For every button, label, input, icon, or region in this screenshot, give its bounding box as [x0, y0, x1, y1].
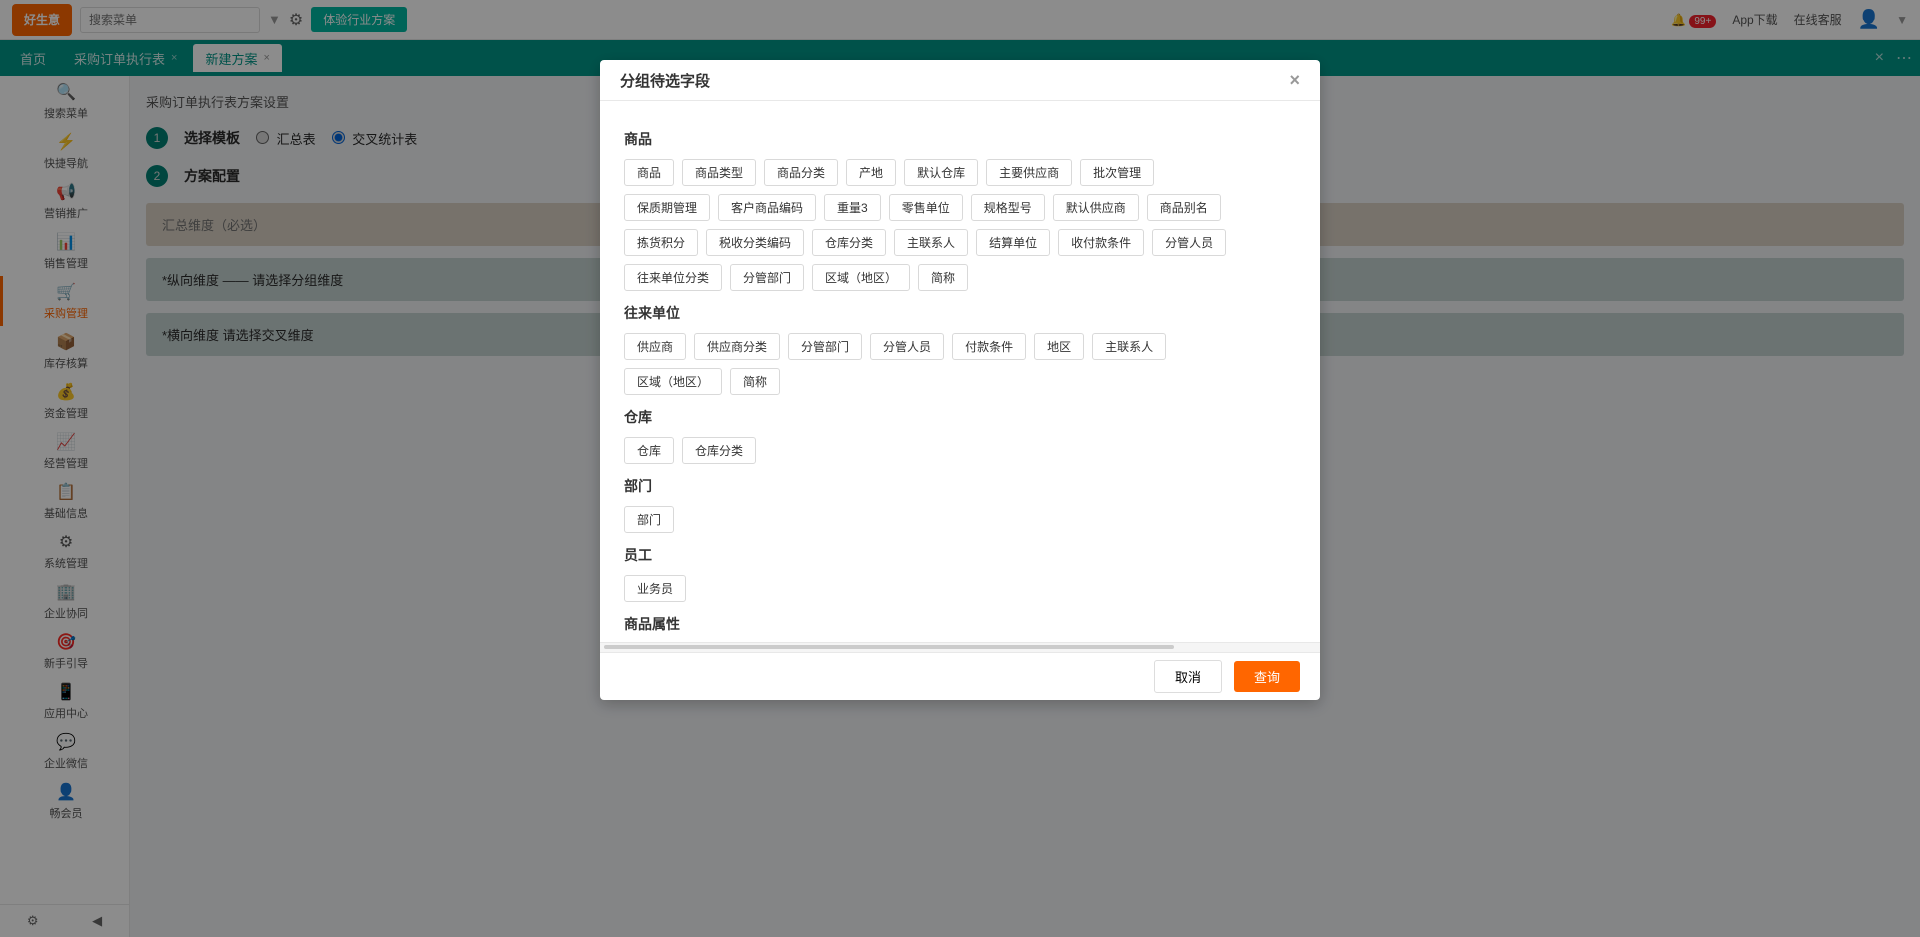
- field-tag-goods-2[interactable]: 商品分类: [764, 159, 838, 186]
- field-tag-goods-4[interactable]: 默认仓库: [904, 159, 978, 186]
- modal-body[interactable]: 商品 商品 商品类型 商品分类 产地 默认仓库 主要供应商 批次管理 保质期管理…: [600, 101, 1320, 642]
- field-tag-goods-7[interactable]: 保质期管理: [624, 194, 710, 221]
- field-tags-goods-2: 保质期管理 客户商品编码 重量3 零售单位 规格型号 默认供应商 商品别名: [624, 194, 1296, 221]
- field-tags-counterpart: 供应商 供应商分类 分管部门 分管人员 付款条件 地区 主联系人: [624, 333, 1296, 360]
- field-tag-cp-8[interactable]: 简称: [730, 368, 780, 395]
- modal-hscroll[interactable]: [600, 642, 1320, 652]
- field-tags-department: 部门: [624, 506, 1296, 533]
- field-tag-goods-11[interactable]: 规格型号: [971, 194, 1045, 221]
- field-tag-cp-3[interactable]: 分管人员: [870, 333, 944, 360]
- field-tag-goods-9[interactable]: 重量3: [824, 194, 881, 221]
- modal-overlay: 分组待选字段 × 商品 商品 商品类型 商品分类 产地 默认仓库 主要供应商 批…: [0, 0, 1920, 937]
- field-tag-goods-12[interactable]: 默认供应商: [1053, 194, 1139, 221]
- field-tags-employee: 业务员: [624, 575, 1296, 602]
- field-select-modal: 分组待选字段 × 商品 商品 商品类型 商品分类 产地 默认仓库 主要供应商 批…: [600, 60, 1320, 700]
- cancel-button[interactable]: 取消: [1154, 660, 1222, 693]
- field-tag-cp-0[interactable]: 供应商: [624, 333, 686, 360]
- field-tag-goods-15[interactable]: 税收分类编码: [706, 229, 804, 256]
- field-tag-wh-1[interactable]: 仓库分类: [682, 437, 756, 464]
- section-title-product-attr: 商品属性: [624, 614, 1296, 634]
- field-tags-goods: 商品 商品类型 商品分类 产地 默认仓库 主要供应商 批次管理: [624, 159, 1296, 186]
- section-title-employee: 员工: [624, 545, 1296, 565]
- field-tags-goods-3: 拣货积分 税收分类编码 仓库分类 主联系人 结算单位 收付款条件 分管人员: [624, 229, 1296, 256]
- field-tag-goods-6[interactable]: 批次管理: [1080, 159, 1154, 186]
- field-tags-counterpart-2: 区域（地区） 简称: [624, 368, 1296, 395]
- field-tag-cp-5[interactable]: 地区: [1034, 333, 1084, 360]
- field-tag-wh-0[interactable]: 仓库: [624, 437, 674, 464]
- field-tag-goods-24[interactable]: 简称: [918, 264, 968, 291]
- field-tag-goods-20[interactable]: 分管人员: [1152, 229, 1226, 256]
- field-tag-goods-10[interactable]: 零售单位: [889, 194, 963, 221]
- field-tag-cp-6[interactable]: 主联系人: [1092, 333, 1166, 360]
- field-tag-goods-0[interactable]: 商品: [624, 159, 674, 186]
- field-tag-goods-21[interactable]: 往来单位分类: [624, 264, 722, 291]
- field-tag-goods-5[interactable]: 主要供应商: [986, 159, 1072, 186]
- field-tags-goods-4: 往来单位分类 分管部门 区域（地区） 简称: [624, 264, 1296, 291]
- field-tag-goods-14[interactable]: 拣货积分: [624, 229, 698, 256]
- field-tag-goods-3[interactable]: 产地: [846, 159, 896, 186]
- field-tag-goods-16[interactable]: 仓库分类: [812, 229, 886, 256]
- field-tag-goods-13[interactable]: 商品别名: [1147, 194, 1221, 221]
- field-tag-goods-18[interactable]: 结算单位: [976, 229, 1050, 256]
- field-tags-warehouse: 仓库 仓库分类: [624, 437, 1296, 464]
- field-tag-cp-4[interactable]: 付款条件: [952, 333, 1026, 360]
- confirm-button[interactable]: 查询: [1234, 661, 1300, 692]
- section-title-warehouse: 仓库: [624, 407, 1296, 427]
- modal-header: 分组待选字段 ×: [600, 60, 1320, 101]
- field-tag-goods-8[interactable]: 客户商品编码: [718, 194, 816, 221]
- field-tag-cp-7[interactable]: 区域（地区）: [624, 368, 722, 395]
- section-title-counterpart: 往来单位: [624, 303, 1296, 323]
- field-tag-cp-2[interactable]: 分管部门: [788, 333, 862, 360]
- modal-title: 分组待选字段: [620, 70, 710, 91]
- field-tag-emp-0[interactable]: 业务员: [624, 575, 686, 602]
- modal-footer: 取消 查询: [600, 652, 1320, 700]
- field-tag-goods-19[interactable]: 收付款条件: [1058, 229, 1144, 256]
- field-tag-goods-22[interactable]: 分管部门: [730, 264, 804, 291]
- field-tag-goods-1[interactable]: 商品类型: [682, 159, 756, 186]
- section-title-goods: 商品: [624, 129, 1296, 149]
- field-tag-cp-1[interactable]: 供应商分类: [694, 333, 780, 360]
- section-title-department: 部门: [624, 476, 1296, 496]
- modal-close-btn[interactable]: ×: [1289, 70, 1300, 91]
- field-tag-goods-23[interactable]: 区域（地区）: [812, 264, 910, 291]
- field-tag-goods-17[interactable]: 主联系人: [894, 229, 968, 256]
- field-tag-dept-0[interactable]: 部门: [624, 506, 674, 533]
